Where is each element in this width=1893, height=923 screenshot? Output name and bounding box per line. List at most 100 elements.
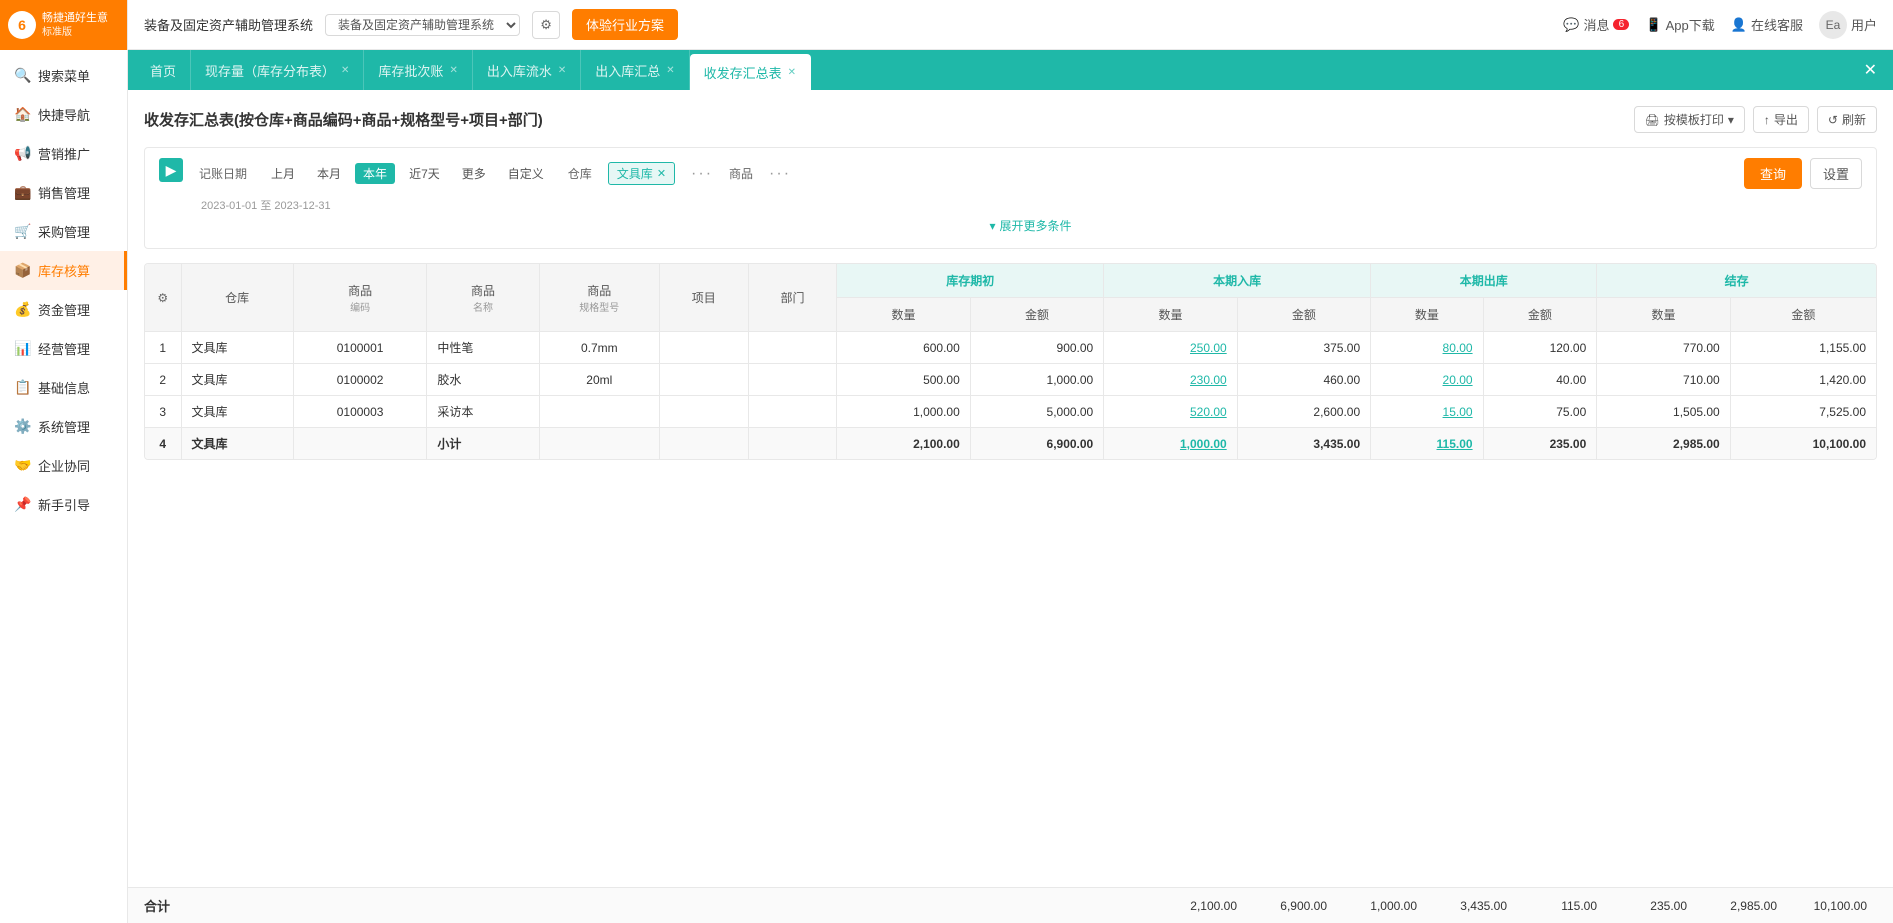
th-settings[interactable]: ⚙ xyxy=(145,264,181,332)
cell-out-qty[interactable]: 115.00 xyxy=(1371,428,1483,460)
th-in-qty: 数量 xyxy=(1104,298,1237,332)
export-button[interactable]: ↑ 导出 xyxy=(1753,106,1809,133)
sidebar-item-finance[interactable]: 💰资金管理 xyxy=(0,290,127,329)
sidebar-item-purchase[interactable]: 🛒采购管理 xyxy=(0,212,127,251)
filter-collapse-button[interactable]: ▶ xyxy=(159,158,183,182)
out-qty-link[interactable]: 15.00 xyxy=(1443,405,1473,419)
warehouse-tag-remove[interactable]: ✕ xyxy=(657,167,666,180)
in-qty-link[interactable]: 520.00 xyxy=(1190,405,1227,419)
cell-balance-amt: 1,420.00 xyxy=(1730,364,1876,396)
goods-more-dots[interactable]: ··· xyxy=(769,165,791,183)
print-template-button[interactable]: 🖨 按模板打印 ▾ xyxy=(1634,106,1745,133)
nav-label-finance: 资金管理 xyxy=(38,300,90,319)
cell-out-qty[interactable]: 15.00 xyxy=(1371,396,1483,428)
sidebar-item-system[interactable]: ⚙️系统管理 xyxy=(0,407,127,446)
service-icon: 👤 xyxy=(1731,17,1747,33)
topbar-right: 💬 消息 6 📱 App下载 👤 在线客服 Ea 用户 xyxy=(1563,11,1877,39)
out-qty-link[interactable]: 115.00 xyxy=(1437,437,1473,451)
tab-首页[interactable]: 首页 xyxy=(136,50,191,90)
tab-label: 首页 xyxy=(150,61,176,80)
tab-close-icon[interactable]: ✕ xyxy=(449,65,457,76)
cell-project xyxy=(659,396,748,428)
cell-in-qty[interactable]: 1,000.00 xyxy=(1104,428,1237,460)
message-action[interactable]: 💬 消息 6 xyxy=(1563,15,1629,34)
in-qty-link[interactable]: 230.00 xyxy=(1190,373,1227,387)
cell-in-amt: 3,435.00 xyxy=(1237,428,1370,460)
tab-库存批次账[interactable]: 库存批次账 ✕ xyxy=(364,50,472,90)
system-selector[interactable]: 装备及固定资产辅助管理系统 xyxy=(325,14,520,36)
sidebar-title: 畅捷通好生意 标准版 xyxy=(42,11,108,38)
cell-in-amt: 460.00 xyxy=(1237,364,1370,396)
cell-code xyxy=(293,428,426,460)
out-qty-link[interactable]: 80.00 xyxy=(1443,341,1473,355)
tab-close-icon[interactable]: ✕ xyxy=(341,65,349,76)
cell-balance-qty: 1,505.00 xyxy=(1597,396,1730,428)
title-toolbar-row: 收发存汇总表(按仓库+商品编码+商品+规格型号+项目+部门) 🖨 按模板打印 ▾… xyxy=(144,106,1877,133)
sidebar-item-quick[interactable]: 🏠快捷导航 xyxy=(0,95,127,134)
cell-out-qty[interactable]: 80.00 xyxy=(1371,332,1483,364)
cell-out-qty[interactable]: 20.00 xyxy=(1371,364,1483,396)
shortcut-more[interactable]: 更多 xyxy=(454,163,494,184)
cell-in-qty[interactable]: 250.00 xyxy=(1104,332,1237,364)
shortcut-custom[interactable]: 自定义 xyxy=(500,163,552,184)
tab-出入库流水[interactable]: 出入库流水 ✕ xyxy=(473,50,581,90)
tab-现存量-库存分布表-[interactable]: 现存量（库存分布表） ✕ xyxy=(191,50,364,90)
sidebar-item-search[interactable]: 🔍搜索菜单 xyxy=(0,56,127,95)
sidebar-item-basic[interactable]: 📋基础信息 xyxy=(0,368,127,407)
close-all-tabs-button[interactable]: ✕ xyxy=(1856,60,1885,80)
cell-balance-qty: 770.00 xyxy=(1597,332,1730,364)
print-icon: 🖨 xyxy=(1645,113,1660,127)
in-qty-link[interactable]: 250.00 xyxy=(1190,341,1227,355)
main-area: 装备及固定资产辅助管理系统 装备及固定资产辅助管理系统 ⚙ 体验行业方案 💬 消… xyxy=(128,0,1893,923)
cell-project xyxy=(659,332,748,364)
cell-in-qty[interactable]: 520.00 xyxy=(1104,396,1237,428)
trial-button[interactable]: 体验行业方案 xyxy=(572,9,678,40)
cell-opening-amt: 6,900.00 xyxy=(970,428,1103,460)
sidebar-item-enterprise[interactable]: 🤝企业协同 xyxy=(0,446,127,485)
sidebar-item-marketing[interactable]: 📢营销推广 xyxy=(0,134,127,173)
cell-warehouse: 文具库 xyxy=(181,332,293,364)
nav-label-system: 系统管理 xyxy=(38,417,90,436)
sidebar-item-sales[interactable]: 💼销售管理 xyxy=(0,173,127,212)
shortcut-this-year[interactable]: 本年 xyxy=(355,163,395,184)
cell-balance-qty: 2,985.00 xyxy=(1597,428,1730,460)
tab-收发存汇总表[interactable]: 收发存汇总表 ✕ xyxy=(690,54,811,90)
online-service-action[interactable]: 👤 在线客服 xyxy=(1731,15,1803,34)
in-qty-link[interactable]: 1,000.00 xyxy=(1180,437,1227,451)
out-qty-link[interactable]: 20.00 xyxy=(1443,373,1473,387)
tab-close-icon[interactable]: ✕ xyxy=(666,65,674,76)
th-group-in: 本期入库 xyxy=(1104,264,1371,298)
sidebar-item-operations[interactable]: 📊经营管理 xyxy=(0,329,127,368)
expand-more-button[interactable]: ▾ 展开更多条件 xyxy=(199,213,1862,238)
sidebar-header: 6 畅捷通好生意 标准版 xyxy=(0,0,127,50)
filter-section: ▶ 记账日期 上月 本月 本年 近7天 更多 自定义 仓库 xyxy=(159,158,1862,238)
cell-in-qty[interactable]: 230.00 xyxy=(1104,364,1237,396)
tab-close-icon[interactable]: ✕ xyxy=(788,67,796,78)
sidebar-item-inventory[interactable]: 📦库存核算 xyxy=(0,251,127,290)
th-warehouse: 仓库 xyxy=(181,264,293,332)
column-settings-icon[interactable]: ⚙ xyxy=(157,291,168,305)
cell-dept xyxy=(748,396,837,428)
settings-button[interactable]: 设置 xyxy=(1810,158,1862,189)
tab-close-icon[interactable]: ✕ xyxy=(558,65,566,76)
sidebar-item-guide[interactable]: 📌新手引导 xyxy=(0,485,127,524)
shortcut-7days[interactable]: 近7天 xyxy=(401,163,448,184)
nav-icon-guide: 📌 xyxy=(14,496,30,513)
cell-warehouse: 文具库 xyxy=(181,396,293,428)
app-download-action[interactable]: 📱 App下载 xyxy=(1645,15,1714,34)
date-shortcuts: 上月 本月 本年 近7天 更多 自定义 xyxy=(263,163,552,184)
tab-出入库汇总[interactable]: 出入库汇总 ✕ xyxy=(581,50,689,90)
user-action[interactable]: Ea 用户 xyxy=(1819,11,1877,39)
cell-out-amt: 75.00 xyxy=(1483,396,1597,428)
config-button[interactable]: ⚙ xyxy=(532,11,560,39)
warehouse-more-dots[interactable]: ··· xyxy=(691,165,713,183)
chevron-down-icon: ▾ xyxy=(989,219,995,233)
cell-no: 2 xyxy=(145,364,181,396)
refresh-button[interactable]: ↺ 刷新 xyxy=(1817,106,1877,133)
nav-label-marketing: 营销推广 xyxy=(38,144,90,163)
shortcut-this-month[interactable]: 本月 xyxy=(309,163,349,184)
sidebar-nav: 🔍搜索菜单🏠快捷导航📢营销推广💼销售管理🛒采购管理📦库存核算💰资金管理📊经营管理… xyxy=(0,50,127,923)
date-label: 记账日期 xyxy=(199,165,247,182)
query-button[interactable]: 查询 xyxy=(1744,158,1802,189)
shortcut-prev-month[interactable]: 上月 xyxy=(263,163,303,184)
